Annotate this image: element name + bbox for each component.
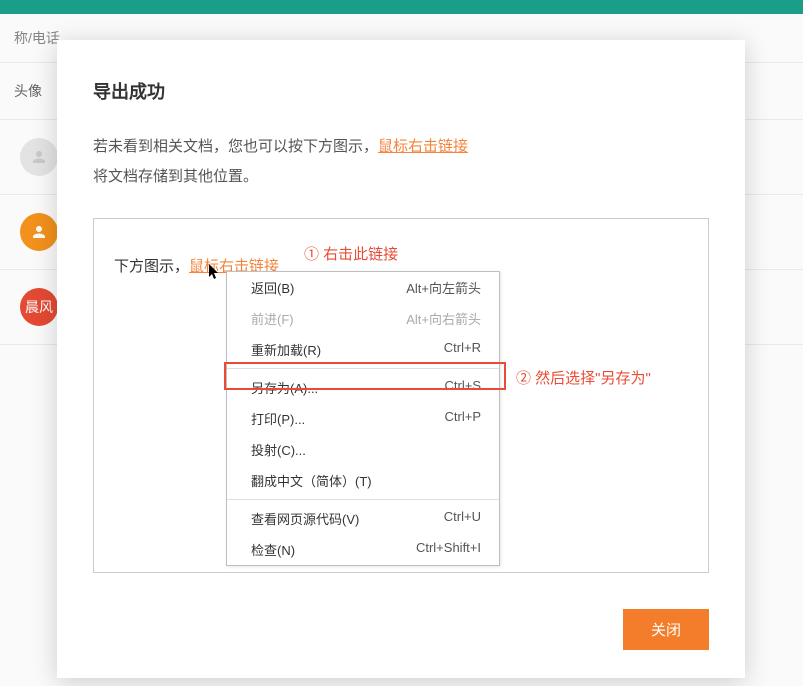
desc-text-line2: 将文档存储到其他位置。	[93, 168, 258, 185]
right-click-link[interactable]: 鼠标右击链接	[378, 138, 468, 155]
menu-shortcut: Ctrl+Shift+I	[416, 540, 481, 559]
export-success-modal: 导出成功 若未看到相关文档，您也可以按下方图示，鼠标右击链接 将文档存储到其他位…	[57, 40, 745, 678]
menu-item-inspect: 检查(N) Ctrl+Shift+I	[227, 534, 499, 565]
menu-item-back: 返回(B) Alt+向左箭头	[227, 272, 499, 303]
menu-label: 另存为(A)...	[251, 378, 318, 397]
menu-item-translate: 翻成中文（简体）(T)	[227, 465, 499, 496]
cursor-icon	[209, 264, 221, 283]
context-menu: 返回(B) Alt+向左箭头 前进(F) Alt+向右箭头 重新加载(R) Ct…	[226, 271, 500, 566]
menu-item-cast: 投射(C)...	[227, 434, 499, 465]
menu-label: 重新加载(R)	[251, 340, 321, 359]
menu-label: 前进(F)	[251, 309, 294, 328]
modal-description: 若未看到相关文档，您也可以按下方图示，鼠标右击链接 将文档存储到其他位置。	[93, 132, 709, 192]
menu-label: 查看网页源代码(V)	[251, 509, 359, 528]
menu-separator	[227, 368, 499, 369]
annotation-1: ① 右击此链接	[304, 243, 398, 264]
top-teal-bar	[0, 0, 803, 14]
menu-label: 检查(N)	[251, 540, 295, 559]
annotation-2: ② 然后选择"另存为"	[516, 367, 651, 388]
menu-shortcut: Ctrl+S	[445, 378, 481, 397]
menu-shortcut: Ctrl+P	[445, 409, 481, 428]
menu-item-save-as: 另存为(A)... Ctrl+S	[227, 372, 499, 403]
modal-footer: 关闭	[623, 609, 709, 650]
menu-shortcut: Ctrl+U	[444, 509, 481, 528]
menu-item-print: 打印(P)... Ctrl+P	[227, 403, 499, 434]
menu-label: 打印(P)...	[251, 409, 305, 428]
menu-shortcut: Alt+向左箭头	[406, 278, 481, 297]
instruction-illustration: 下方图示，鼠标右击链接 ① 右击此链接 返回(B) Alt+向左箭头 前进(F)…	[93, 218, 709, 573]
menu-item-reload: 重新加载(R) Ctrl+R	[227, 334, 499, 365]
menu-label: 返回(B)	[251, 278, 294, 297]
close-button[interactable]: 关闭	[623, 609, 709, 650]
menu-label: 翻成中文（简体）(T)	[251, 471, 372, 490]
menu-shortcut: Ctrl+R	[444, 340, 481, 359]
menu-item-forward: 前进(F) Alt+向右箭头	[227, 303, 499, 334]
illu-prefix: 下方图示，	[114, 258, 189, 275]
desc-text: 若未看到相关文档，您也可以按下方图示，	[93, 138, 378, 155]
modal-title: 导出成功	[93, 78, 709, 104]
menu-separator	[227, 499, 499, 500]
menu-item-view-source: 查看网页源代码(V) Ctrl+U	[227, 503, 499, 534]
menu-shortcut: Alt+向右箭头	[406, 309, 481, 328]
menu-label: 投射(C)...	[251, 440, 306, 459]
